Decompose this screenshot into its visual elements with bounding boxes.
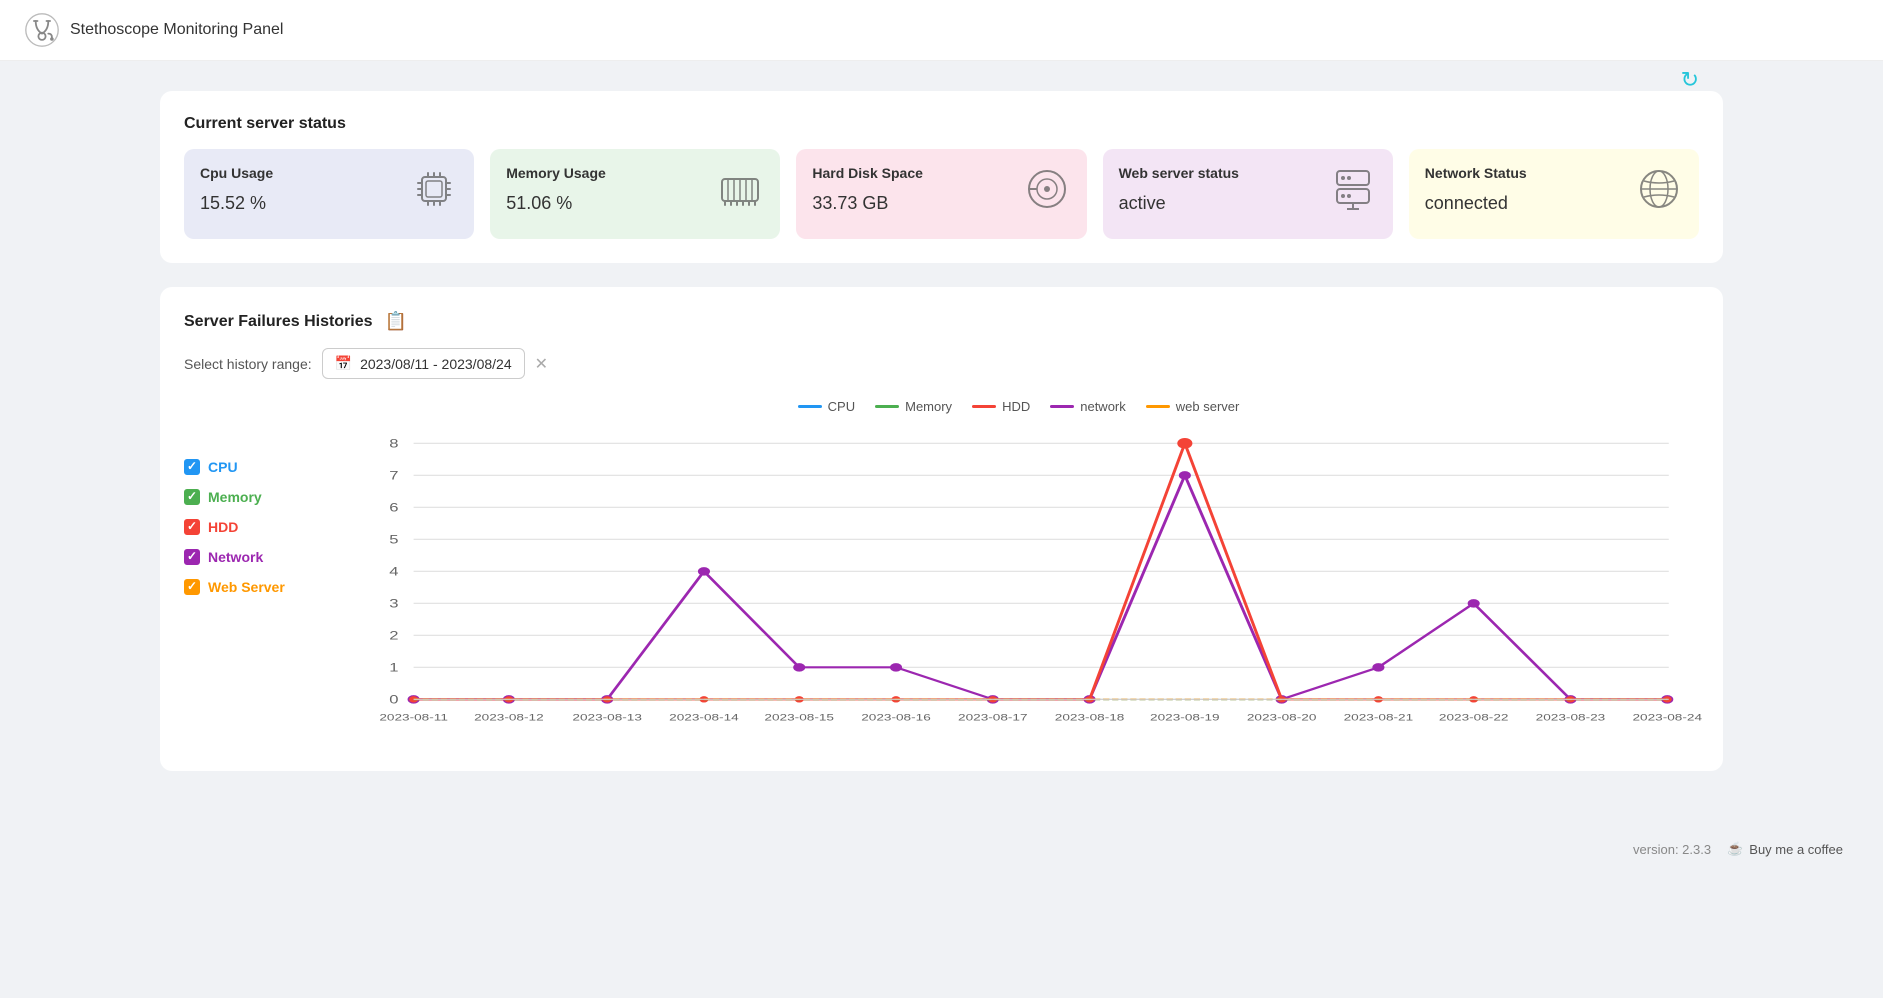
failures-title: Server Failures Histories [184,313,373,331]
legend-label-network: Network [208,549,263,565]
buy-coffee-link[interactable]: ☕ Buy me a coffee [1727,841,1843,857]
legend-top-cpu: CPU [798,399,855,414]
date-range-row: Select history range: 📅 2023/08/11 - 202… [184,348,1699,379]
svg-text:2023-08-23: 2023-08-23 [1536,713,1606,724]
svg-text:2023-08-20: 2023-08-20 [1247,713,1317,724]
legend-item-network[interactable]: Network [184,549,314,565]
legend-top-cpu-color [798,405,822,408]
current-status-title: Current server status [184,115,1699,133]
top-bar: Stethoscope Monitoring Panel [0,0,1883,61]
legend-top-memory-color [875,405,899,408]
svg-text:2: 2 [389,630,398,643]
chart-legend-top: CPU Memory HDD network [338,399,1699,414]
svg-text:0: 0 [389,694,398,707]
network-icon [1633,163,1685,225]
failures-chart: 0 1 2 3 4 5 6 7 8 2023-08-11 2023-08-12 … [338,422,1699,742]
date-range-value: 2023/08/11 - 2023/08/24 [360,356,512,372]
buy-coffee-label: Buy me a coffee [1749,842,1843,857]
legend-label-cpu: CPU [208,459,238,475]
web-status-card: Web server status active [1103,149,1393,239]
legend-top-memory-label: Memory [905,399,952,414]
svg-text:2023-08-16: 2023-08-16 [861,713,931,724]
svg-text:2023-08-19: 2023-08-19 [1150,713,1220,724]
calendar-icon: 📅 [335,355,352,372]
main-content: Current server status ↻ Cpu Usage 15.52 … [0,61,1883,825]
hdd-icon [1021,163,1073,225]
legend-item-hdd[interactable]: HDD [184,519,314,535]
cpu-icon [408,163,460,225]
legend-label-memory: Memory [208,489,262,505]
failures-icon: 📋 [385,311,407,332]
svg-text:4: 4 [389,566,398,579]
legend-checkbox-hdd[interactable] [184,519,200,535]
memory-status-card: Memory Usage 51.06 % [490,149,780,239]
legend-checkbox-webserver[interactable] [184,579,200,595]
date-range-clear-button[interactable]: ✕ [535,354,548,374]
svg-text:2023-08-17: 2023-08-17 [958,713,1028,724]
legend-top-memory: Memory [875,399,952,414]
cpu-status-card: Cpu Usage 15.52 % [184,149,474,239]
network-status-card: Network Status connected [1409,149,1699,239]
refresh-button[interactable]: ↻ [1681,67,1699,93]
failures-header: Server Failures Histories 📋 [184,311,1699,332]
legend-top-hdd-label: HDD [1002,399,1030,414]
coffee-icon: ☕ [1727,841,1743,857]
legend-label-webserver: Web Server [208,579,285,595]
stethoscope-icon [24,12,60,48]
svg-text:2023-08-12: 2023-08-12 [474,713,544,724]
svg-text:7: 7 [389,470,398,483]
app-title: Stethoscope Monitoring Panel [70,21,283,39]
svg-text:2023-08-13: 2023-08-13 [572,713,642,724]
legend-top-webserver-label: web server [1176,399,1240,414]
chart-legend: CPU Memory HDD Network Web Server [184,399,314,747]
legend-checkbox-memory[interactable] [184,489,200,505]
legend-top-hdd-color [972,405,996,408]
chart-area: CPU Memory HDD Network Web Server [184,399,1699,747]
memory-icon [714,163,766,225]
chart-container: CPU Memory HDD network [338,399,1699,747]
current-status-card: Current server status ↻ Cpu Usage 15.52 … [160,91,1723,263]
date-range-picker[interactable]: 📅 2023/08/11 - 2023/08/24 [322,348,525,379]
legend-top-webserver-color [1146,405,1170,408]
legend-top-network-label: network [1080,399,1126,414]
legend-item-cpu[interactable]: CPU [184,459,314,475]
svg-text:2023-08-22: 2023-08-22 [1439,713,1509,724]
web-server-icon [1327,163,1379,225]
svg-text:1: 1 [389,662,398,675]
legend-top-webserver: web server [1146,399,1240,414]
legend-item-webserver[interactable]: Web Server [184,579,314,595]
svg-text:3: 3 [389,598,398,611]
svg-text:2023-08-24: 2023-08-24 [1632,713,1702,724]
version-label: version: 2.3.3 [1633,842,1711,857]
svg-text:2023-08-14: 2023-08-14 [669,713,739,724]
legend-top-network-color [1050,405,1074,408]
svg-text:2023-08-18: 2023-08-18 [1055,713,1125,724]
svg-text:5: 5 [389,534,398,547]
date-range-label: Select history range: [184,356,312,372]
failures-card: Server Failures Histories 📋 Select histo… [160,287,1723,771]
footer: version: 2.3.3 ☕ Buy me a coffee [0,825,1883,873]
svg-text:8: 8 [389,438,398,451]
status-cards-grid: Cpu Usage 15.52 % [184,149,1699,239]
svg-text:2023-08-11: 2023-08-11 [379,713,448,724]
hdd-status-card: Hard Disk Space 33.73 GB [796,149,1086,239]
svg-text:2023-08-21: 2023-08-21 [1344,713,1414,724]
svg-text:6: 6 [389,502,398,515]
legend-top-network: network [1050,399,1126,414]
legend-label-hdd: HDD [208,519,238,535]
legend-top-hdd: HDD [972,399,1030,414]
legend-checkbox-network[interactable] [184,549,200,565]
legend-item-memory[interactable]: Memory [184,489,314,505]
svg-text:2023-08-15: 2023-08-15 [764,713,834,724]
legend-top-cpu-label: CPU [828,399,855,414]
legend-checkbox-cpu[interactable] [184,459,200,475]
